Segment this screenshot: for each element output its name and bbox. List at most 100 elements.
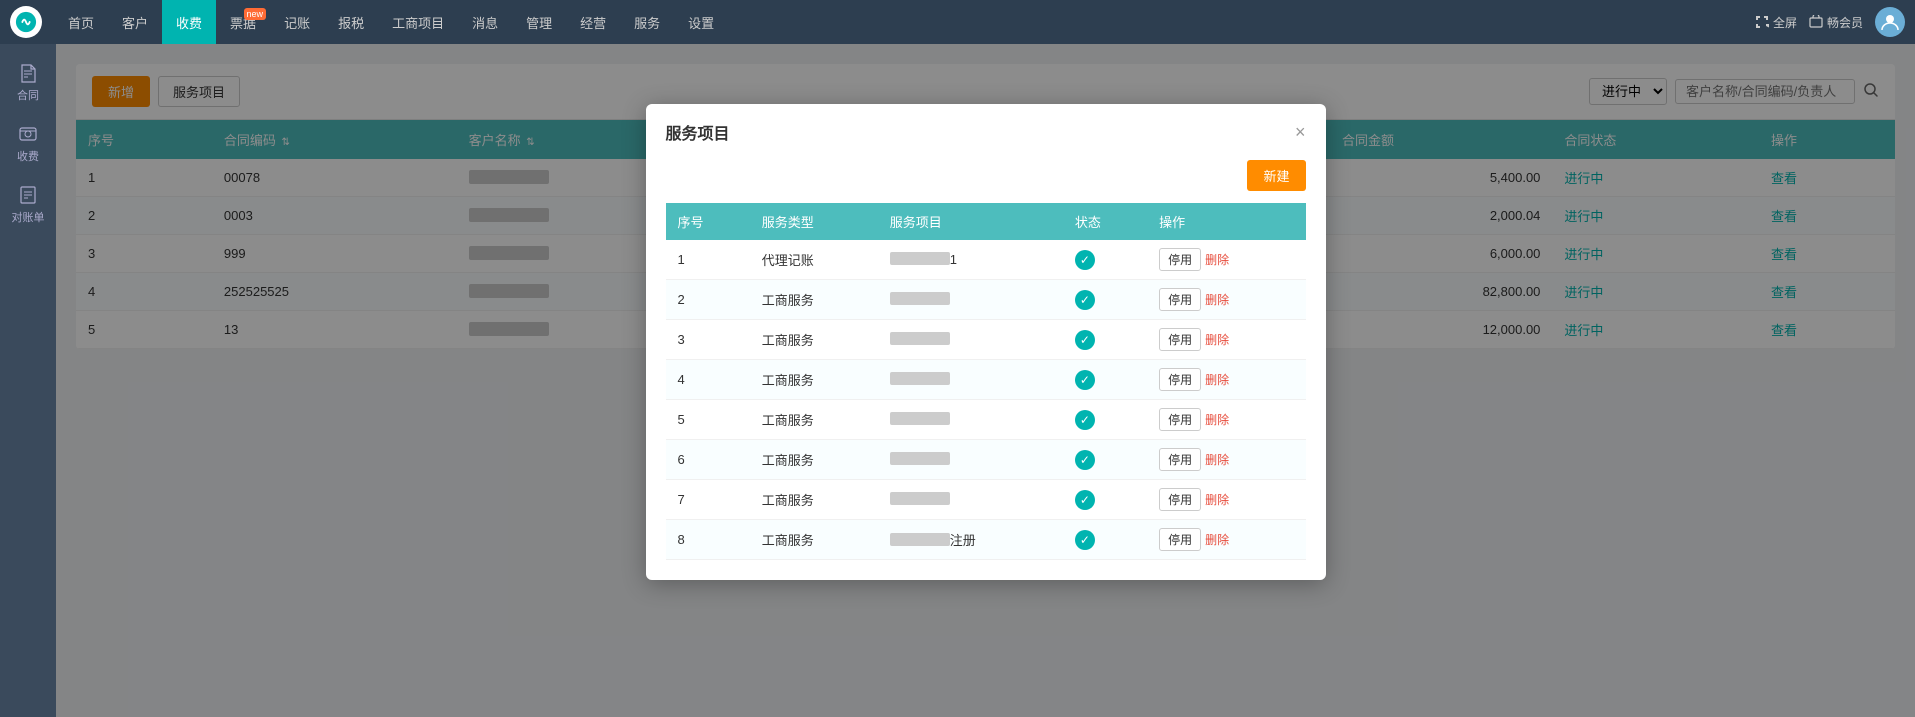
delete-button[interactable]: 删除 [1205, 331, 1229, 348]
status-check-icon: ✓ [1075, 490, 1095, 510]
nav-business[interactable]: 工商项目 [378, 0, 458, 44]
stop-button[interactable]: 停用 [1159, 528, 1201, 551]
modal-cell-status: ✓ [1063, 440, 1147, 480]
fee-icon [17, 123, 39, 145]
table-row: 7 工商服务 ✓ 停用删除 [666, 480, 1306, 520]
table-row: 3 工商服务 ✓ 停用删除 [666, 320, 1306, 360]
nav-message[interactable]: 消息 [458, 0, 512, 44]
modal-cell-item [878, 320, 1063, 360]
modal-cell-type: 工商服务 [750, 400, 878, 440]
modal-col-status: 状态 [1063, 203, 1147, 240]
stop-button[interactable]: 停用 [1159, 408, 1201, 431]
service-item-modal: 服务项目 × 新建 序号 服务类型 服务项目 状态 [646, 104, 1326, 580]
new-badge: new [244, 8, 267, 20]
modal-cell-status: ✓ [1063, 280, 1147, 320]
delete-button[interactable]: 删除 [1205, 251, 1229, 268]
sidebar-item-contract[interactable]: 合同 [2, 54, 54, 111]
table-row: 5 工商服务 ✓ 停用删除 [666, 400, 1306, 440]
avatar[interactable] [1875, 7, 1905, 37]
top-nav: 首页 客户 收费 票据 new 记账 报税 工商项目 消息 管理 经营 服务 设… [0, 0, 1915, 44]
stop-button[interactable]: 停用 [1159, 328, 1201, 351]
modal-cell-type: 工商服务 [750, 360, 878, 400]
status-check-icon: ✓ [1075, 250, 1095, 270]
table-row: 6 工商服务 ✓ 停用删除 [666, 440, 1306, 480]
main-layout: 合同 收费 对账单 新增 服务项目 进行中 已完成 [0, 44, 1915, 717]
delete-button[interactable]: 删除 [1205, 531, 1229, 548]
modal-cell-seq: 2 [666, 280, 750, 320]
status-check-icon: ✓ [1075, 370, 1095, 390]
modal-cell-seq: 6 [666, 440, 750, 480]
modal-cell-type: 工商服务 [750, 280, 878, 320]
modal-cell-item [878, 480, 1063, 520]
modal-cell-status: ✓ [1063, 480, 1147, 520]
modal-cell-type: 工商服务 [750, 320, 878, 360]
modal-cell-seq: 3 [666, 320, 750, 360]
modal-cell-item [878, 440, 1063, 480]
nav-items: 首页 客户 收费 票据 new 记账 报税 工商项目 消息 管理 经营 服务 设… [54, 0, 1755, 44]
stop-button[interactable]: 停用 [1159, 248, 1201, 271]
status-check-icon: ✓ [1075, 290, 1095, 310]
modal-cell-action: 停用删除 [1147, 240, 1305, 280]
contract-icon [17, 62, 39, 84]
modal-cell-action: 停用删除 [1147, 400, 1305, 440]
status-check-icon: ✓ [1075, 530, 1095, 550]
nav-fee[interactable]: 收费 [162, 0, 216, 44]
member-button[interactable]: 畅会员 [1809, 14, 1863, 31]
modal-overlay: 服务项目 × 新建 序号 服务类型 服务项目 状态 [56, 44, 1915, 717]
stop-button[interactable]: 停用 [1159, 448, 1201, 471]
delete-button[interactable]: 删除 [1205, 491, 1229, 508]
modal-cell-seq: 7 [666, 480, 750, 520]
modal-close-button[interactable]: × [1295, 123, 1306, 141]
modal-cell-status: ✓ [1063, 520, 1147, 560]
modal-cell-seq: 5 [666, 400, 750, 440]
modal-cell-status: ✓ [1063, 400, 1147, 440]
modal-col-seq: 序号 [666, 203, 750, 240]
modal-body: 序号 服务类型 服务项目 状态 操作 1 代理记账 1 ✓ 停用删除 [646, 203, 1326, 580]
statement-icon [17, 184, 39, 206]
modal-cell-status: ✓ [1063, 240, 1147, 280]
status-check-icon: ✓ [1075, 410, 1095, 430]
modal-col-action: 操作 [1147, 203, 1305, 240]
stop-button[interactable]: 停用 [1159, 488, 1201, 511]
top-nav-right: 全屏 畅会员 [1755, 7, 1905, 37]
modal-cell-action: 停用删除 [1147, 280, 1305, 320]
modal-header: 服务项目 × [646, 104, 1326, 152]
stop-button[interactable]: 停用 [1159, 368, 1201, 391]
modal-title: 服务项目 [666, 120, 730, 144]
modal-cell-type: 工商服务 [750, 440, 878, 480]
nav-economy[interactable]: 经营 [566, 0, 620, 44]
nav-tax[interactable]: 报税 [324, 0, 378, 44]
nav-manage[interactable]: 管理 [512, 0, 566, 44]
delete-button[interactable]: 删除 [1205, 451, 1229, 468]
sidebar-item-statement[interactable]: 对账单 [2, 176, 54, 233]
nav-home[interactable]: 首页 [54, 0, 108, 44]
stop-button[interactable]: 停用 [1159, 288, 1201, 311]
nav-service[interactable]: 服务 [620, 0, 674, 44]
modal-cell-type: 工商服务 [750, 480, 878, 520]
fullscreen-button[interactable]: 全屏 [1755, 14, 1797, 31]
sidebar-item-fee[interactable]: 收费 [2, 115, 54, 172]
status-check-icon: ✓ [1075, 450, 1095, 470]
delete-button[interactable]: 删除 [1205, 291, 1229, 308]
delete-button[interactable]: 删除 [1205, 371, 1229, 388]
modal-new-button[interactable]: 新建 [1247, 160, 1305, 191]
table-row: 4 工商服务 ✓ 停用删除 [666, 360, 1306, 400]
table-row: 8 工商服务 注册 ✓ 停用删除 [666, 520, 1306, 560]
modal-cell-type: 代理记账 [750, 240, 878, 280]
modal-cell-status: ✓ [1063, 320, 1147, 360]
modal-cell-type: 工商服务 [750, 520, 878, 560]
nav-client[interactable]: 客户 [108, 0, 162, 44]
modal-cell-item [878, 400, 1063, 440]
modal-col-type: 服务类型 [750, 203, 878, 240]
nav-bookkeeping[interactable]: 记账 [270, 0, 324, 44]
logo[interactable] [10, 6, 42, 38]
content-area: 新增 服务项目 进行中 已完成 全部 [56, 44, 1915, 717]
table-row: 2 工商服务 ✓ 停用删除 [666, 280, 1306, 320]
nav-settings[interactable]: 设置 [674, 0, 728, 44]
modal-cell-seq: 8 [666, 520, 750, 560]
delete-button[interactable]: 删除 [1205, 411, 1229, 428]
modal-col-item: 服务项目 [878, 203, 1063, 240]
modal-cell-action: 停用删除 [1147, 360, 1305, 400]
modal-cell-item: 注册 [878, 520, 1063, 560]
nav-ticket[interactable]: 票据 new [216, 0, 270, 44]
